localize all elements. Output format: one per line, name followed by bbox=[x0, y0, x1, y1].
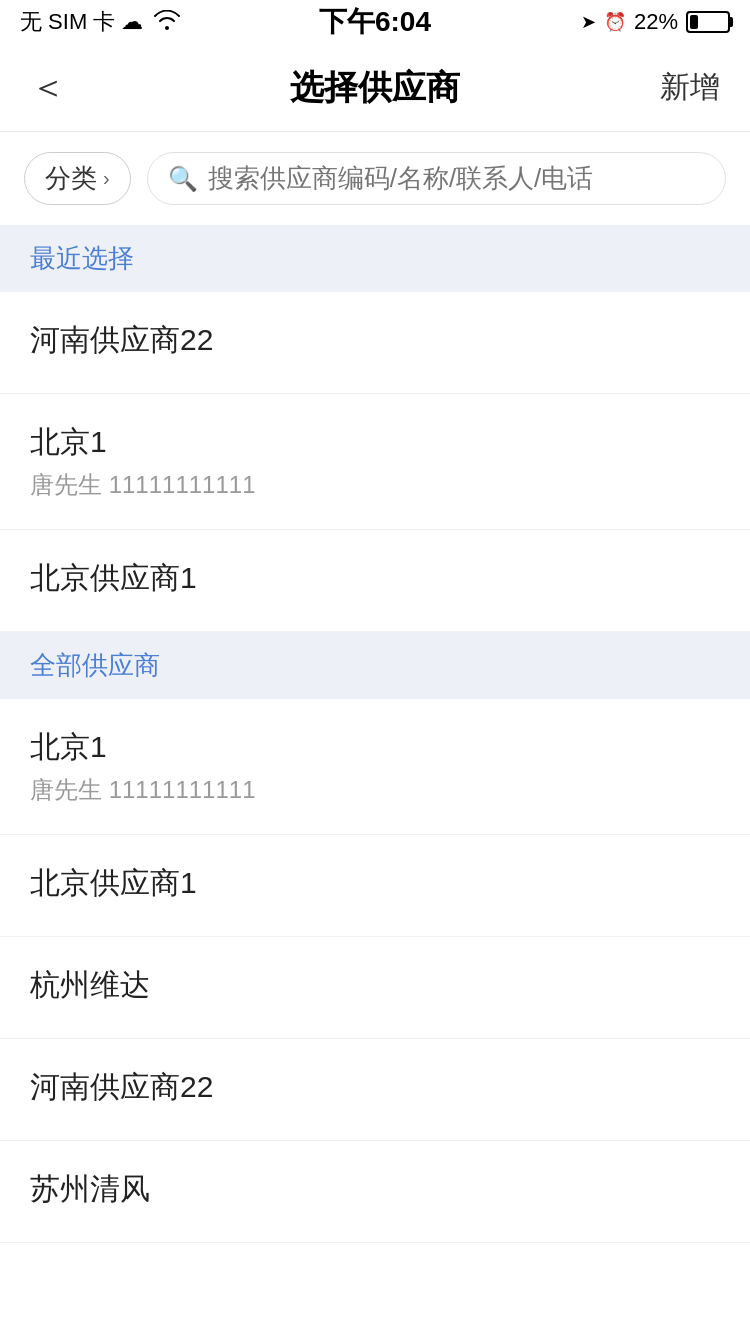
wifi-icon bbox=[153, 8, 181, 36]
add-button[interactable]: 新增 bbox=[660, 67, 720, 108]
item-name: 杭州维达 bbox=[30, 965, 720, 1006]
recent-section-header: 最近选择 bbox=[0, 225, 750, 292]
item-name: 北京1 bbox=[30, 422, 720, 463]
no-sim-label: 无 SIM 卡 ☁ bbox=[20, 7, 143, 37]
category-button[interactable]: 分类 › bbox=[24, 152, 131, 205]
item-name: 北京供应商1 bbox=[30, 863, 720, 904]
location-icon: ➤ bbox=[581, 11, 596, 33]
status-right: ➤ ⏰ 22% bbox=[581, 9, 730, 35]
list-item[interactable]: 河南供应商22 bbox=[0, 292, 750, 394]
item-name: 河南供应商22 bbox=[30, 1067, 720, 1108]
search-input[interactable] bbox=[208, 163, 705, 194]
category-label: 分类 bbox=[45, 161, 97, 196]
all-list: 北京1 唐先生 11111111111 北京供应商1 杭州维达河南供应商22 苏州清风 bbox=[0, 699, 750, 1243]
recent-header-label: 最近选择 bbox=[30, 243, 134, 273]
item-name: 河南供应商22 bbox=[30, 320, 720, 361]
recent-list: 河南供应商22 北京1 唐先生 11111111111 北京供应商1 bbox=[0, 292, 750, 632]
filter-bar: 分类 › 🔍 bbox=[0, 132, 750, 225]
status-left: 无 SIM 卡 ☁ bbox=[20, 7, 181, 37]
item-name: 北京1 bbox=[30, 727, 720, 768]
nav-bar: ＜ 选择供应商 新增 bbox=[0, 44, 750, 132]
item-sub: 唐先生 11111111111 bbox=[30, 469, 720, 501]
list-item[interactable]: 北京供应商1 bbox=[0, 530, 750, 632]
battery-fill bbox=[690, 15, 698, 29]
item-sub: 唐先生 11111111111 bbox=[30, 774, 720, 806]
status-bar: 无 SIM 卡 ☁ 下午6:04 ➤ ⏰ 22% bbox=[0, 0, 750, 44]
search-box[interactable]: 🔍 bbox=[147, 152, 726, 205]
alarm-icon: ⏰ bbox=[604, 11, 626, 33]
battery-tip bbox=[730, 17, 733, 27]
list-item[interactable]: 苏州清风 bbox=[0, 1141, 750, 1243]
all-header-label: 全部供应商 bbox=[30, 650, 160, 680]
page-title: 选择供应商 bbox=[290, 65, 460, 111]
search-icon: 🔍 bbox=[168, 165, 198, 193]
list-item[interactable]: 杭州维达 bbox=[0, 937, 750, 1039]
list-item[interactable]: 北京供应商1 bbox=[0, 835, 750, 937]
battery-icon bbox=[686, 11, 730, 33]
battery-percentage: 22% bbox=[634, 9, 678, 35]
all-section-header: 全部供应商 bbox=[0, 632, 750, 699]
status-time: 下午6:04 bbox=[319, 3, 431, 41]
list-item[interactable]: 北京1 唐先生 11111111111 bbox=[0, 699, 750, 835]
chevron-right-icon: › bbox=[103, 167, 110, 190]
list-item[interactable]: 河南供应商22 bbox=[0, 1039, 750, 1141]
list-item[interactable]: 北京1 唐先生 11111111111 bbox=[0, 394, 750, 530]
back-button[interactable]: ＜ bbox=[30, 63, 90, 112]
item-name: 北京供应商1 bbox=[30, 558, 720, 599]
item-name: 苏州清风 bbox=[30, 1169, 720, 1210]
